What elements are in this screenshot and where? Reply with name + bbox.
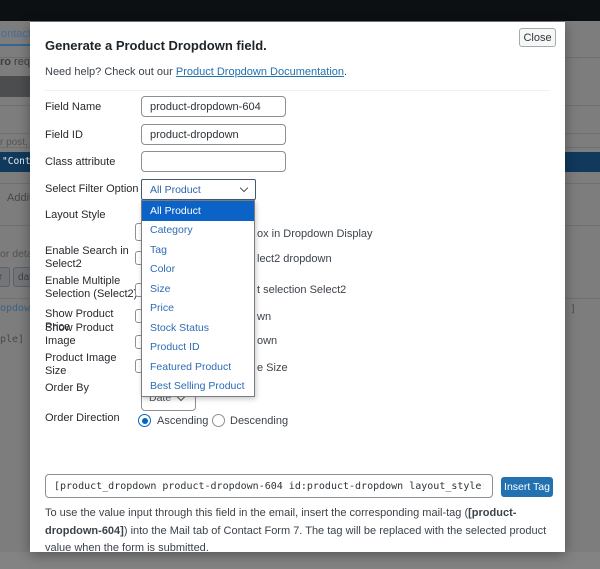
- select-filter-option-label: Select Filter Option: [45, 183, 139, 195]
- filter-option[interactable]: All Product: [142, 201, 254, 221]
- enable-multiple-helper-fragment: t selection Select2: [257, 284, 347, 296]
- select-filter-option-select[interactable]: All Product: [141, 179, 256, 200]
- filter-option[interactable]: Featured Product: [142, 357, 254, 377]
- field-name-input[interactable]: [141, 96, 286, 117]
- shortcode-input[interactable]: [45, 474, 493, 498]
- note-before: To use the value input through this fiel…: [45, 507, 469, 519]
- filter-option[interactable]: Color: [142, 260, 254, 280]
- mail-tag-note: To use the value input through this fiel…: [45, 505, 561, 558]
- help-suffix: .: [344, 66, 348, 78]
- filter-option[interactable]: Tag: [142, 240, 254, 260]
- insert-tag-button[interactable]: Insert Tag: [501, 477, 553, 497]
- field-id-label: Field ID: [45, 129, 83, 141]
- ascending-radio[interactable]: [138, 414, 151, 427]
- bg-right-bracket-fragment: ]: [570, 304, 577, 315]
- filter-option[interactable]: Product ID: [142, 338, 254, 358]
- dialog-title: Generate a Product Dropdown field.: [45, 38, 267, 53]
- descending-radio[interactable]: [212, 414, 225, 427]
- header-divider: [45, 90, 550, 91]
- admin-topbar: [0, 0, 600, 21]
- product-image-size-label: Product Image Size: [45, 352, 117, 377]
- help-text: Need help? Check out our Product Dropdow…: [45, 66, 347, 78]
- filter-option[interactable]: Category: [142, 221, 254, 241]
- enable-search-helper-fragment: lect2 dropdown: [257, 253, 332, 265]
- show-product-image-label: Show Product Image: [45, 322, 114, 347]
- enable-search-label: Enable Search in Select2: [45, 245, 129, 270]
- layout-style-helper-fragment: ox in Dropdown Display: [257, 228, 373, 240]
- class-attribute-label: Class attribute: [45, 156, 116, 168]
- descending-label: Descending: [230, 415, 289, 427]
- help-prefix: Need help? Check out our: [45, 66, 176, 78]
- order-direction-label: Order Direction: [45, 412, 120, 424]
- filter-option[interactable]: Size: [142, 279, 254, 299]
- class-attribute-input[interactable]: [141, 151, 286, 172]
- layout-style-label: Layout Style: [45, 209, 106, 221]
- field-name-label: Field Name: [45, 101, 102, 113]
- filter-option[interactable]: Stock Status: [142, 318, 254, 338]
- show-price-helper-fragment: wn: [257, 311, 272, 323]
- field-id-input[interactable]: [141, 124, 286, 145]
- filter-options-list: All Product Category Tag Color Size Price Stoc…: [141, 200, 255, 397]
- screen: ontact Fo ro requi r post, pa "Contac Ad…: [0, 0, 600, 569]
- bg-mailtag-fragment: ple]: [0, 334, 25, 345]
- chevron-down-icon: [239, 183, 249, 193]
- bg-taggen-button-1: r: [0, 267, 10, 287]
- select-filter-selected-value: All Product: [150, 183, 201, 196]
- close-button[interactable]: Close: [519, 28, 556, 47]
- active-tab-underline: [0, 44, 30, 46]
- tag-generator-dialog: Close Generate a Product Dropdown field.…: [30, 22, 565, 554]
- bg-pro-notice-bold: ro: [0, 56, 11, 68]
- admin-toolbar-fragment: [0, 76, 30, 97]
- filter-option[interactable]: Price: [142, 299, 254, 319]
- order-by-label: Order By: [45, 382, 90, 394]
- filter-option[interactable]: Best Selling Product: [142, 377, 254, 397]
- documentation-link[interactable]: Product Dropdown Documentation: [176, 66, 344, 78]
- show-image-helper-fragment: own: [257, 335, 278, 347]
- ascending-label: Ascending: [157, 415, 209, 427]
- enable-multiple-label: Enable Multiple Selection (Select2): [45, 275, 138, 300]
- image-size-helper-fragment: e Size: [257, 362, 288, 374]
